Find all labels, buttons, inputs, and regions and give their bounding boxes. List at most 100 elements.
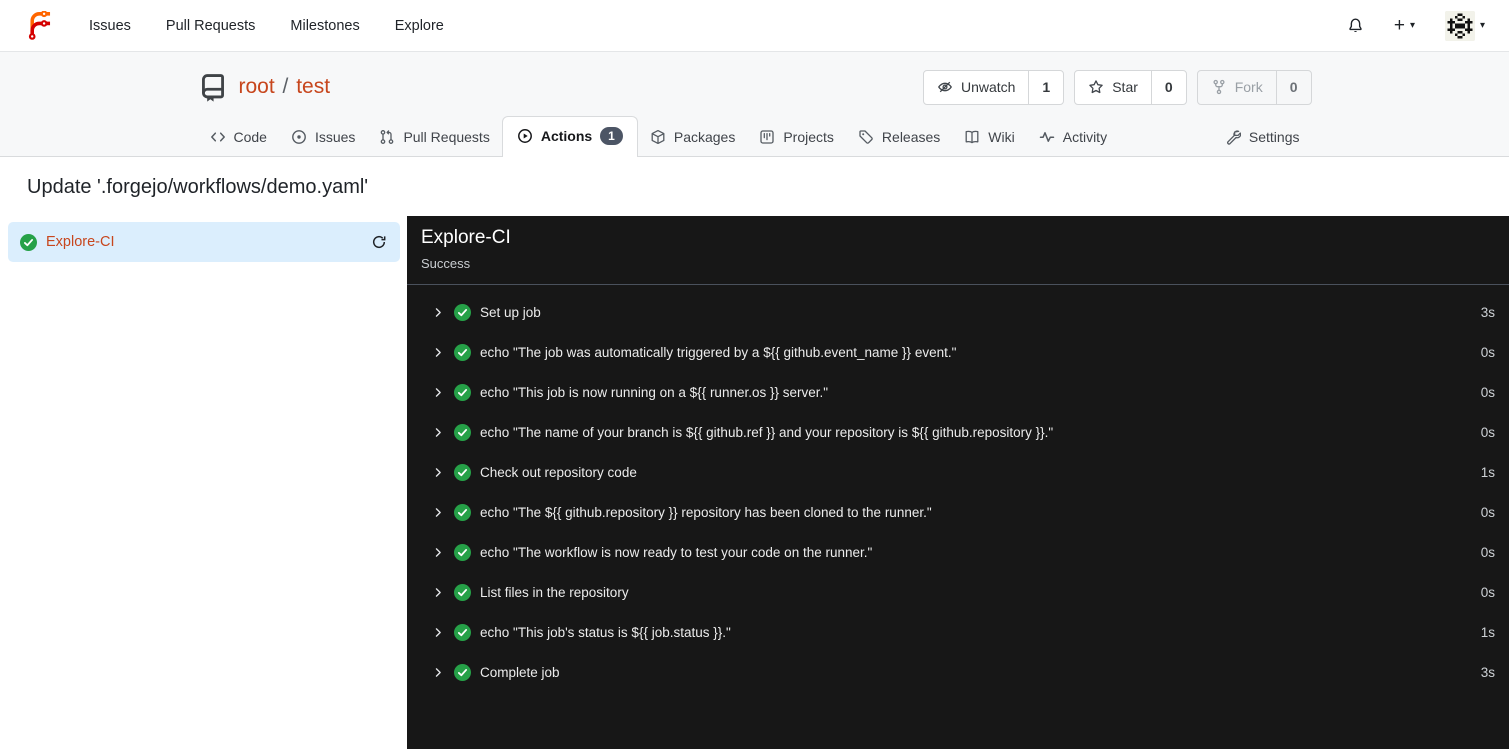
nav-link-milestones[interactable]: Milestones	[290, 18, 359, 34]
check-circle-icon	[454, 303, 471, 321]
step-row[interactable]: echo "The job was automatically triggere…	[407, 332, 1509, 372]
check-circle-icon	[454, 503, 471, 521]
step-name: Set up job	[480, 304, 541, 320]
chevron-right-icon	[432, 586, 445, 599]
check-circle-icon	[454, 463, 471, 481]
step-duration: 3s	[1480, 664, 1495, 680]
eye-slash-icon	[937, 79, 953, 95]
tab-packages[interactable]: Packages	[638, 118, 747, 156]
fork-icon	[1211, 79, 1227, 95]
step-name: echo "The workflow is now ready to test …	[480, 544, 873, 560]
tab-releases[interactable]: Releases	[846, 118, 952, 156]
step-name: echo "This job is now running on a ${{ r…	[480, 384, 829, 400]
step-duration: 0s	[1480, 424, 1495, 440]
tab-issues[interactable]: Issues	[279, 118, 367, 156]
repo-header-section: root / test Unwatch 1 Star 0 Fork 0 Code…	[0, 52, 1509, 157]
job-item-explore-ci[interactable]: Explore-CI	[8, 222, 400, 262]
tab-actions[interactable]: Actions 1	[501, 116, 638, 157]
star-button[interactable]: Star 0	[1074, 69, 1187, 105]
step-name: List files in the repository	[480, 584, 629, 600]
step-duration: 1s	[1480, 464, 1495, 480]
chevron-right-icon	[432, 666, 445, 679]
actions-count-badge: 1	[600, 127, 623, 145]
step-row[interactable]: echo "This job is now running on a ${{ r…	[407, 372, 1509, 412]
check-circle-icon	[20, 233, 37, 251]
user-avatar	[1444, 10, 1475, 41]
star-count[interactable]: 0	[1150, 70, 1186, 104]
tab-code[interactable]: Code	[198, 118, 279, 156]
tab-pull-requests[interactable]: Pull Requests	[367, 118, 501, 156]
repo-owner-link[interactable]: root	[239, 75, 275, 98]
job-steps-list: Set up job 3s echo "The job was automati…	[407, 285, 1509, 692]
star-label: Star	[1112, 79, 1138, 95]
step-row[interactable]: echo "This job's status is ${{ job.statu…	[407, 612, 1509, 652]
workflow-run-view: Explore-CI Explore-CI Success Set up job…	[0, 216, 1509, 749]
chevron-right-icon	[432, 386, 445, 399]
unwatch-label: Unwatch	[960, 79, 1016, 95]
check-circle-icon	[454, 623, 471, 641]
unwatch-button[interactable]: Unwatch 1	[922, 69, 1065, 105]
step-row[interactable]: echo "The workflow is now ready to test …	[407, 532, 1509, 572]
step-row[interactable]: echo "The name of your branch is ${{ git…	[407, 412, 1509, 452]
chevron-right-icon	[432, 626, 445, 639]
step-duration: 3s	[1480, 304, 1495, 320]
step-duration: 0s	[1480, 344, 1495, 360]
check-circle-icon	[454, 583, 471, 601]
step-name: Check out repository code	[480, 464, 637, 480]
chevron-right-icon	[432, 506, 445, 519]
step-name: echo "The name of your branch is ${{ git…	[480, 424, 1054, 440]
tab-activity[interactable]: Activity	[1027, 118, 1119, 156]
step-row[interactable]: List files in the repository 0s	[407, 572, 1509, 612]
notifications-bell-icon[interactable]	[1347, 17, 1364, 34]
nav-link-explore[interactable]: Explore	[395, 18, 444, 34]
step-name: echo "The job was automatically triggere…	[480, 344, 957, 360]
chevron-down-icon: ▾	[1479, 19, 1485, 31]
plus-icon: +	[1393, 15, 1405, 36]
tab-wiki[interactable]: Wiki	[952, 118, 1026, 156]
workflow-run-title: Update '.forgejo/workflows/demo.yaml'	[27, 176, 369, 198]
chevron-right-icon	[432, 546, 445, 559]
check-circle-icon	[454, 543, 471, 561]
fork-count[interactable]: 0	[1275, 70, 1311, 104]
repo-title: root / test	[198, 72, 330, 102]
step-row[interactable]: Set up job 3s	[407, 292, 1509, 332]
watch-count[interactable]: 1	[1028, 70, 1063, 104]
chevron-down-icon: ▾	[1409, 19, 1415, 31]
step-name: echo "This job's status is ${{ job.statu…	[480, 624, 731, 640]
check-circle-icon	[454, 343, 471, 361]
check-circle-icon	[454, 383, 471, 401]
nav-link-pull-requests[interactable]: Pull Requests	[166, 18, 255, 34]
forgejo-logo-icon[interactable]	[24, 10, 54, 41]
repo-name-link[interactable]: test	[296, 75, 330, 98]
chevron-right-icon	[432, 346, 445, 359]
step-duration: 0s	[1480, 384, 1495, 400]
chevron-right-icon	[432, 306, 445, 319]
refresh-icon[interactable]	[371, 234, 387, 250]
tab-settings[interactable]: Settings	[1213, 118, 1312, 156]
check-circle-icon	[454, 663, 471, 681]
job-name: Explore-CI	[46, 234, 115, 250]
step-duration: 0s	[1480, 584, 1495, 600]
job-log-panel: Explore-CI Success Set up job 3s echo "T…	[407, 216, 1509, 749]
jobs-sidebar: Explore-CI	[0, 216, 407, 749]
repo-action-buttons: Unwatch 1 Star 0 Fork 0	[922, 69, 1312, 105]
nav-link-issues[interactable]: Issues	[89, 18, 131, 34]
repo-book-icon	[198, 72, 228, 102]
nav-links: Issues Pull Requests Milestones Explore	[54, 18, 444, 34]
step-duration: 0s	[1480, 504, 1495, 520]
create-new-button[interactable]: + ▾	[1394, 16, 1415, 35]
fork-button[interactable]: Fork 0	[1196, 69, 1312, 105]
job-status-text: Success	[421, 256, 471, 271]
fork-label: Fork	[1234, 79, 1263, 95]
chevron-right-icon	[432, 426, 445, 439]
check-circle-icon	[454, 423, 471, 441]
tab-projects[interactable]: Projects	[747, 118, 846, 156]
step-row[interactable]: echo "The ${{ github.repository }} repos…	[407, 492, 1509, 532]
repo-tabs: Code Issues Pull Requests Actions 1 Pack…	[198, 116, 1312, 157]
step-row[interactable]: Complete job 3s	[407, 652, 1509, 692]
step-row[interactable]: Check out repository code 1s	[407, 452, 1509, 492]
user-menu-button[interactable]: ▾	[1444, 10, 1485, 41]
chevron-right-icon	[432, 466, 445, 479]
step-duration: 0s	[1480, 544, 1495, 560]
star-icon	[1088, 79, 1104, 95]
